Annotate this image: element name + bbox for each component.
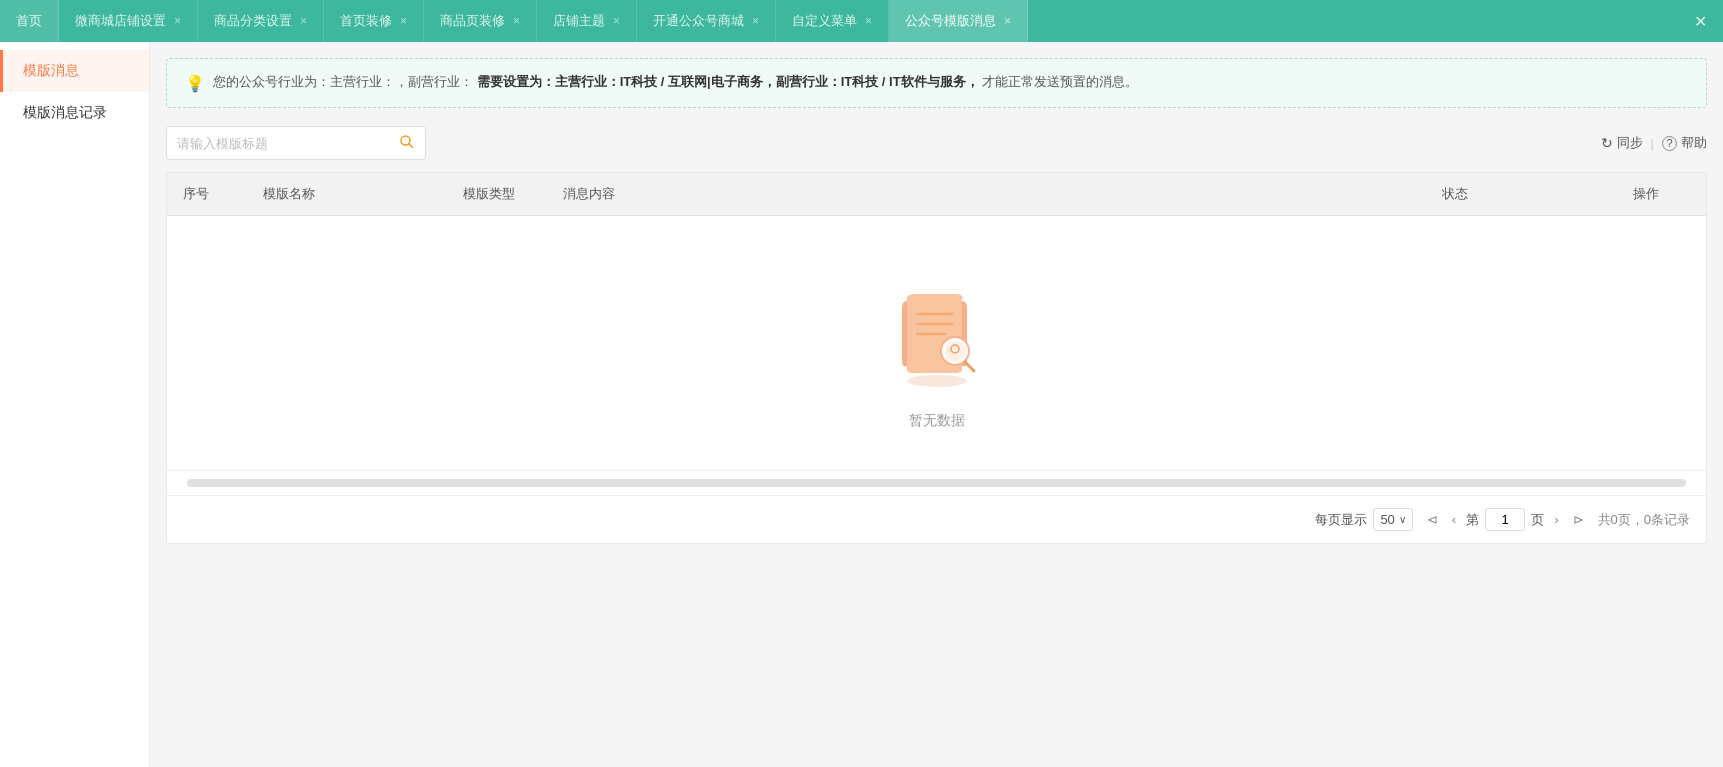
tab-home-decor-label: 首页装修 [340, 12, 392, 30]
help-label: 帮助 [1681, 134, 1707, 152]
tab-shop-settings-close[interactable]: × [174, 14, 181, 28]
notice-prefix: 您的公众号行业为：主营行业：，副营行业： [213, 74, 473, 89]
svg-line-1 [409, 143, 413, 147]
page-size-value: 50 [1380, 512, 1394, 527]
scrollbar-area [167, 470, 1706, 495]
table-header: 序号 模版名称 模版类型 消息内容 状态 操作 [167, 173, 1706, 216]
tab-home[interactable]: 首页 [0, 0, 59, 42]
page-size-select: 每页显示 50 ∨ [1315, 508, 1412, 531]
tab-category-settings-close[interactable]: × [300, 14, 307, 28]
notice-icon: 💡 [185, 74, 205, 93]
tab-home-label: 首页 [16, 12, 42, 30]
th-name: 模版名称 [247, 173, 447, 215]
empty-state: 暂无数据 [167, 216, 1706, 470]
page-size-chevron: ∨ [1399, 514, 1406, 525]
sidebar-item-template-msg-record[interactable]: 模版消息记录 [0, 92, 149, 134]
sidebar-item-template-msg-record-label: 模版消息记录 [23, 104, 107, 120]
tab-shop-theme-close[interactable]: × [613, 14, 620, 28]
page-nav: ⊲ ‹ 第 页 › ⊳ [1423, 508, 1588, 531]
th-type: 模版类型 [447, 173, 547, 215]
content-area: 💡 您的公众号行业为：主营行业：，副营行业： 需要设置为：主营行业：IT科技 /… [150, 42, 1723, 767]
sync-icon: ↻ [1601, 135, 1613, 151]
help-icon: ? [1662, 136, 1677, 151]
toolbar-right: ↻ 同步 | ? 帮助 [1601, 134, 1707, 152]
tab-template-msg-close[interactable]: × [1004, 14, 1011, 28]
page-size-label: 每页显示 [1315, 511, 1367, 529]
last-page-button[interactable]: ⊳ [1569, 510, 1588, 529]
tab-shop-theme-label: 店铺主题 [553, 12, 605, 30]
th-content: 消息内容 [547, 173, 1426, 215]
svg-point-7 [945, 341, 965, 361]
tab-home-decor[interactable]: 首页装修 × [324, 0, 424, 42]
tab-product-decor-close[interactable]: × [513, 14, 520, 28]
page-unit: 页 [1531, 511, 1544, 529]
main-layout: 模版消息 模版消息记录 💡 您的公众号行业为：主营行业：，副营行业： 需要设置为… [0, 42, 1723, 767]
sidebar-item-template-msg-label: 模版消息 [23, 62, 79, 78]
tab-custom-menu[interactable]: 自定义菜单 × [776, 0, 889, 42]
tab-shop-theme[interactable]: 店铺主题 × [537, 0, 637, 42]
prev-page-button[interactable]: ‹ [1448, 510, 1460, 529]
next-page-button[interactable]: › [1550, 510, 1562, 529]
tab-template-msg-label: 公众号模版消息 [905, 12, 996, 30]
tab-custom-menu-label: 自定义菜单 [792, 12, 857, 30]
first-page-button[interactable]: ⊲ [1423, 510, 1442, 529]
tab-open-mall-label: 开通公众号商城 [653, 12, 744, 30]
search-button[interactable] [399, 134, 415, 153]
th-seq: 序号 [167, 173, 247, 215]
notice-suffix: 才能正常发送预置的消息。 [982, 74, 1138, 89]
tab-shop-settings[interactable]: 微商城店铺设置 × [59, 0, 198, 42]
search-input-wrap [166, 126, 426, 160]
sidebar: 模版消息 模版消息记录 [0, 42, 150, 767]
tab-product-decor-label: 商品页装修 [440, 12, 505, 30]
tab-open-mall-close[interactable]: × [752, 14, 759, 28]
total-info: 共0页，0条记录 [1598, 511, 1690, 529]
th-action: 操作 [1586, 173, 1706, 215]
tab-template-msg[interactable]: 公众号模版消息 × [889, 0, 1028, 42]
help-button[interactable]: ? 帮助 [1662, 134, 1707, 152]
tab-home-decor-close[interactable]: × [400, 14, 407, 28]
tab-category-settings[interactable]: 商品分类设置 × [198, 0, 324, 42]
svg-point-2 [907, 375, 967, 387]
notice-box: 💡 您的公众号行业为：主营行业：，副营行业： 需要设置为：主营行业：IT科技 /… [166, 58, 1707, 108]
page-label: 第 [1466, 511, 1479, 529]
tab-custom-menu-close[interactable]: × [865, 14, 872, 28]
pagination-bar: 每页显示 50 ∨ ⊲ ‹ 第 页 › ⊳ 共0页，0条记录 [167, 495, 1706, 543]
notice-text: 您的公众号行业为：主营行业：，副营行业： 需要设置为：主营行业：IT科技 / 互… [213, 73, 1138, 91]
horizontal-scrollbar[interactable] [187, 479, 1686, 487]
th-status: 状态 [1426, 173, 1586, 215]
sync-label: 同步 [1617, 134, 1643, 152]
sync-button[interactable]: ↻ 同步 [1601, 134, 1643, 152]
search-icon [399, 134, 415, 150]
page-size-dropdown[interactable]: 50 ∨ [1373, 508, 1412, 531]
search-bar: ↻ 同步 | ? 帮助 [166, 126, 1707, 160]
tab-bar-close-all[interactable]: ✕ [1678, 12, 1723, 31]
page-number-input[interactable] [1485, 508, 1525, 531]
data-table: 序号 模版名称 模版类型 消息内容 状态 操作 [166, 172, 1707, 544]
tab-open-mall[interactable]: 开通公众号商城 × [637, 0, 776, 42]
svg-line-8 [965, 362, 974, 371]
tab-product-decor[interactable]: 商品页装修 × [424, 0, 537, 42]
sidebar-item-template-msg[interactable]: 模版消息 [0, 50, 149, 92]
toolbar-divider: | [1651, 136, 1654, 151]
empty-state-icon [877, 276, 997, 396]
notice-highlight: 需要设置为：主营行业：IT科技 / 互联网|电子商务，副营行业：IT科技 / I… [477, 74, 979, 89]
tab-category-settings-label: 商品分类设置 [214, 12, 292, 30]
empty-text: 暂无数据 [909, 412, 965, 430]
tab-shop-settings-label: 微商城店铺设置 [75, 12, 166, 30]
search-input[interactable] [177, 136, 399, 151]
tab-bar: 首页 微商城店铺设置 × 商品分类设置 × 首页装修 × 商品页装修 × 店铺主… [0, 0, 1723, 42]
